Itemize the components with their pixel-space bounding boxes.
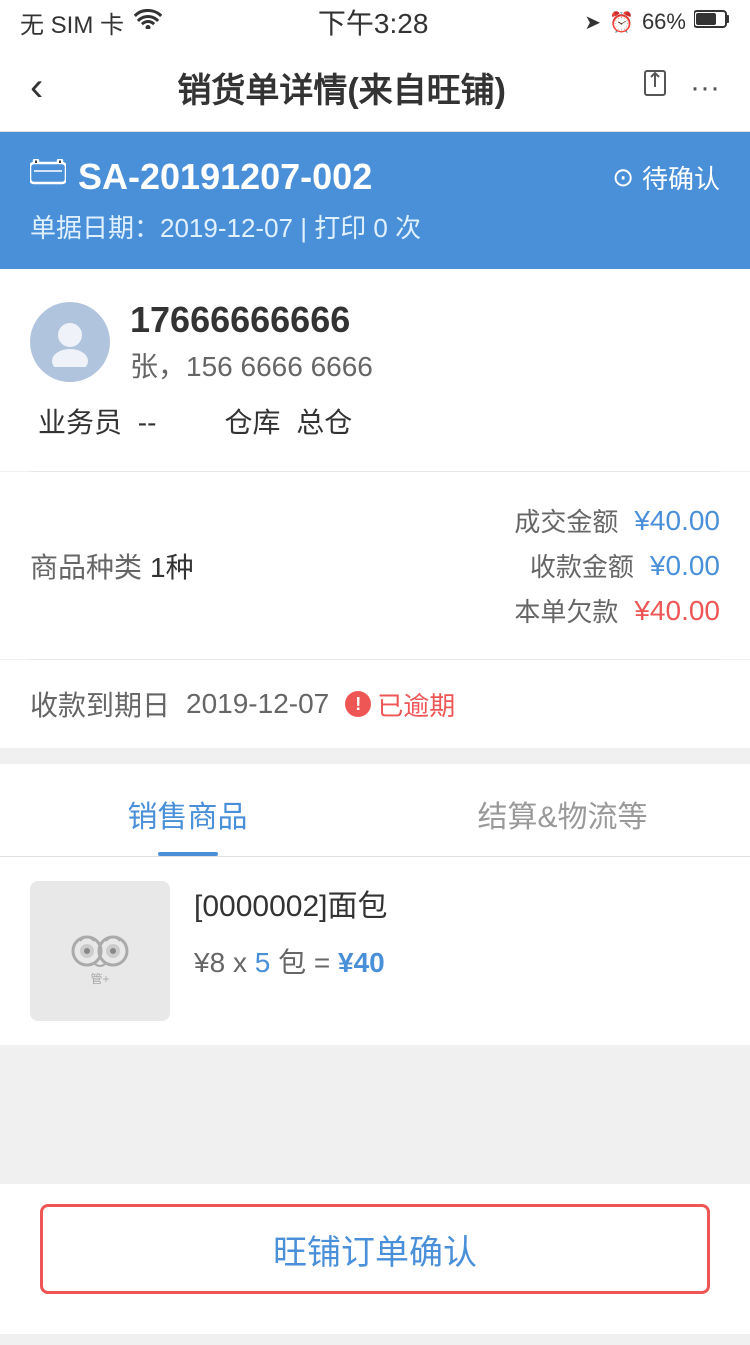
status-left: 无 SIM 卡 — [20, 5, 162, 40]
product-total: ¥40 — [338, 947, 385, 978]
overdue-text: 已逾期 — [377, 686, 455, 723]
overdue-badge: ! 已逾期 — [345, 686, 455, 723]
order-date: 单据日期：2019-12-07 | 打印 0 次 — [30, 208, 720, 245]
status-time: 下午3:28 — [318, 2, 429, 42]
customer-name: 张，156 6666 6666 — [130, 345, 373, 385]
confirm-button-label: 旺铺订单确认 — [273, 1225, 477, 1274]
product-image: 管+ — [30, 881, 170, 1021]
payment-value: ¥0.00 — [650, 550, 720, 582]
owed-value: ¥40.00 — [634, 595, 720, 627]
product-item: 管+ [0000002]面包 ¥8 x 5 包 = ¥40 — [0, 857, 750, 1045]
avatar — [30, 302, 110, 382]
status-bar: 无 SIM 卡 下午3:28 ➤ ⏰ 66% — [0, 0, 750, 44]
location-icon: ➤ — [584, 10, 601, 35]
due-date: 2019-12-07 — [186, 688, 329, 720]
clock-icon: ⊙ — [612, 162, 634, 193]
amount-row: 成交金额 ¥40.00 — [514, 502, 720, 539]
tab-sales-label: 销售商品 — [128, 801, 248, 834]
tab-settlement[interactable]: 结算&物流等 — [375, 764, 750, 856]
tabs: 销售商品 结算&物流等 — [0, 764, 750, 857]
product-info: [0000002]面包 ¥8 x 5 包 = ¥40 — [194, 881, 720, 1021]
order-icon — [30, 159, 66, 195]
salesperson-label: 业务员 — [38, 407, 122, 438]
customer-section: 17666666666 张，156 6666 6666 业务员 -- 仓库 总仓 — [0, 269, 750, 471]
product-unit-price: ¥8 — [194, 947, 225, 978]
order-header: SA-20191207-002 ⊙ 待确认 单据日期：2019-12-07 | … — [0, 132, 750, 269]
summary-section: 商品种类 1种 成交金额 ¥40.00 收款金额 ¥0.00 本单欠款 ¥40.… — [0, 472, 750, 659]
due-date-section: 收款到期日 2019-12-07 ! 已逾期 — [0, 660, 750, 748]
battery-label: 66% — [642, 9, 686, 35]
warehouse-value: 总仓 — [296, 407, 352, 438]
product-unit: 包 — [278, 947, 306, 978]
confirm-button-wrap: 旺铺订单确认 — [0, 1184, 750, 1334]
payment-label: 收款金额 — [530, 547, 634, 584]
alarm-icon: ⏰ — [609, 10, 634, 35]
warehouse-label: 仓库 — [224, 407, 280, 438]
nav-actions: ··· — [640, 69, 720, 107]
order-status: ⊙ 待确认 — [612, 159, 720, 196]
salesperson-value: -- — [138, 407, 157, 438]
product-type-field: 商品种类 1种 — [30, 546, 194, 586]
amount-value: ¥40.00 — [634, 505, 720, 537]
status-text: 待确认 — [642, 159, 720, 196]
more-icon[interactable]: ··· — [690, 71, 720, 105]
order-id-row: SA-20191207-002 — [30, 156, 372, 198]
wifi-icon — [134, 8, 162, 36]
nav-bar: ‹ 销货单详情(来自旺铺) ··· — [0, 44, 750, 132]
sim-label: 无 SIM 卡 — [20, 5, 124, 40]
amount-label: 成交金额 — [514, 502, 618, 539]
product-type-value: 1种 — [150, 546, 194, 586]
back-button[interactable]: ‹ — [30, 65, 43, 110]
svg-text:管+: 管+ — [90, 971, 109, 986]
customer-phone: 17666666666 — [130, 299, 373, 341]
customer-info: 17666666666 张，156 6666 6666 — [130, 299, 373, 385]
status-right: ➤ ⏰ 66% — [584, 8, 730, 36]
section-divider — [0, 748, 750, 764]
product-qty: 5 — [255, 947, 271, 978]
warehouse-field: 仓库 总仓 — [216, 401, 352, 441]
owed-label: 本单欠款 — [514, 592, 618, 629]
tab-sales-products[interactable]: 销售商品 — [0, 764, 375, 856]
product-name: [0000002]面包 — [194, 881, 720, 925]
tab-settlement-label: 结算&物流等 — [477, 801, 647, 834]
overdue-dot-icon: ! — [345, 691, 371, 717]
battery-icon — [694, 8, 730, 36]
salesperson-field: 业务员 -- — [30, 401, 156, 441]
nav-title: 销货单详情(来自旺铺) — [177, 63, 506, 112]
payment-row: 收款金额 ¥0.00 — [530, 547, 720, 584]
share-icon[interactable] — [640, 69, 670, 107]
product-price-row: ¥8 x 5 包 = ¥40 — [194, 941, 720, 981]
confirm-order-button[interactable]: 旺铺订单确认 — [40, 1204, 710, 1294]
owed-row: 本单欠款 ¥40.00 — [514, 592, 720, 629]
product-type-label: 商品种类 — [30, 546, 142, 586]
order-id: SA-20191207-002 — [78, 156, 372, 198]
due-label: 收款到期日 — [30, 684, 170, 724]
